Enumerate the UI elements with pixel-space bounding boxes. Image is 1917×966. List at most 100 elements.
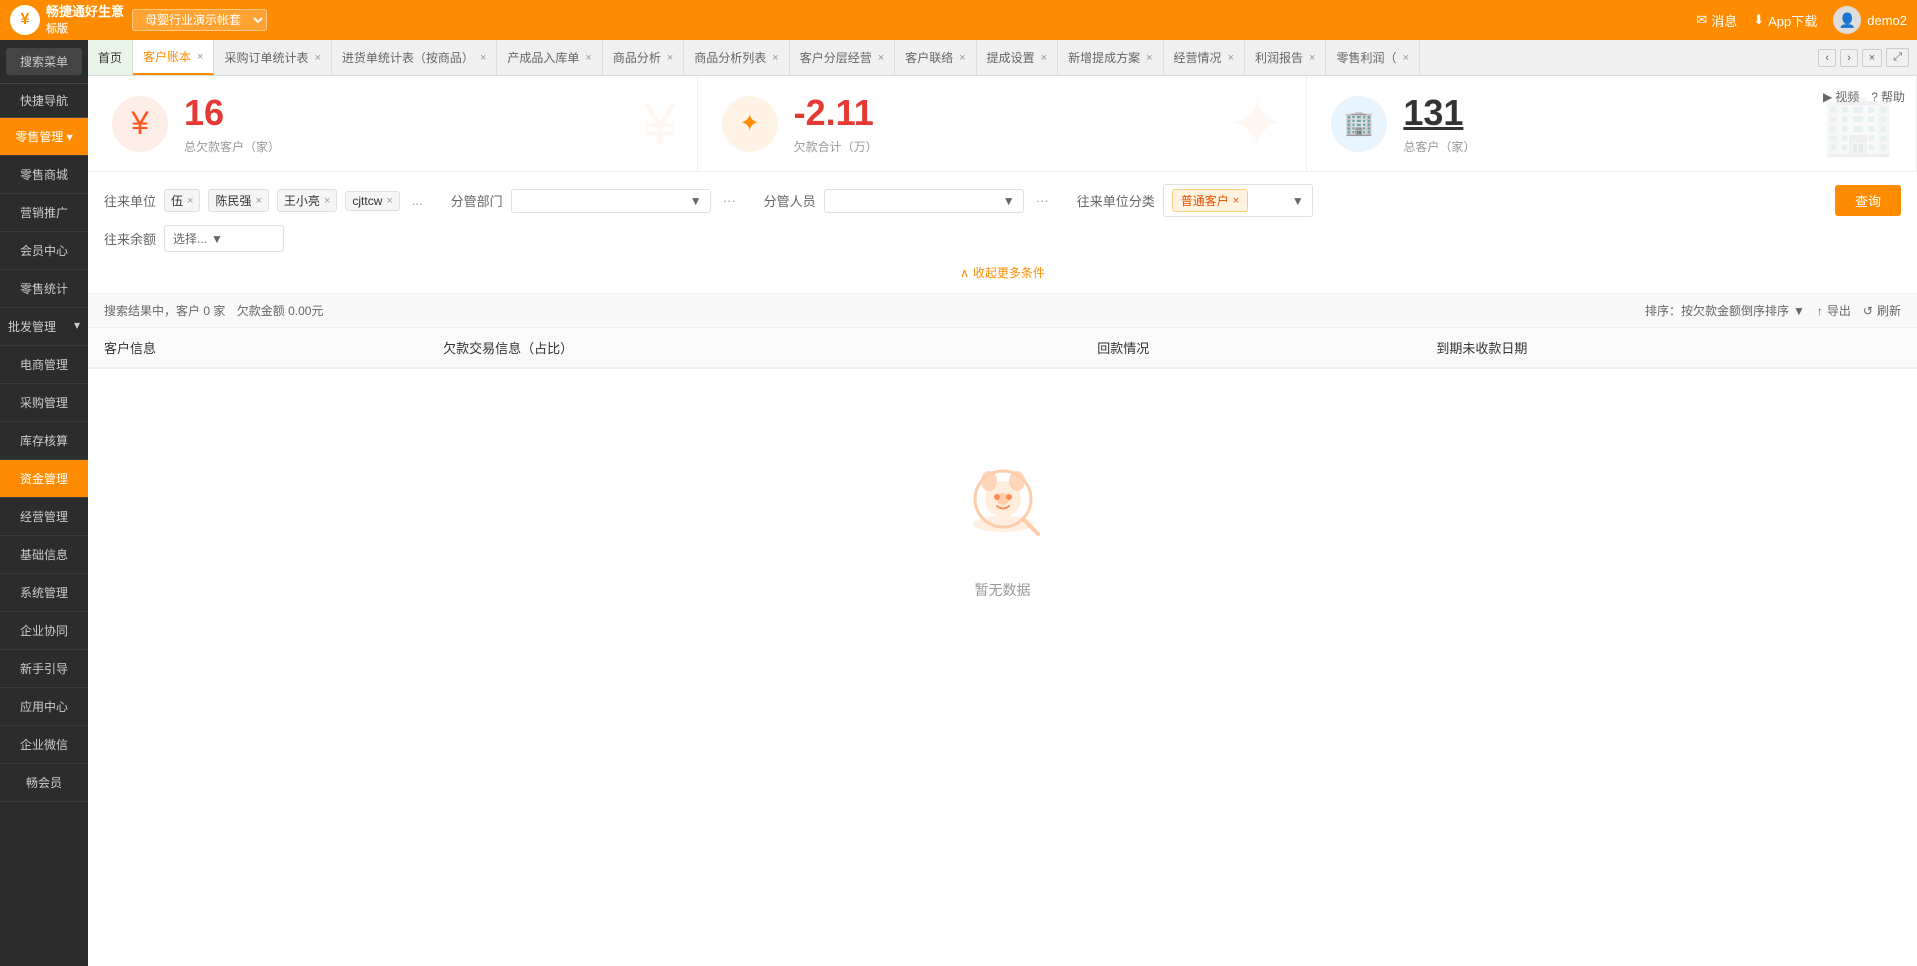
tab-customer-account[interactable]: 客户账本 × bbox=[133, 40, 214, 75]
remove-category-tag[interactable]: × bbox=[1233, 195, 1239, 207]
sidebar-item-operation[interactable]: 经营管理 bbox=[0, 498, 88, 536]
amount-input-arrow: ▼ bbox=[211, 232, 223, 246]
sidebar-item-retail-stats[interactable]: 零售统计 bbox=[0, 270, 88, 308]
remove-tag-cjttcw[interactable]: × bbox=[386, 195, 392, 207]
category-select-arrow: ▼ bbox=[1292, 194, 1304, 208]
tab-home[interactable]: 首页 bbox=[88, 40, 133, 75]
help-btn[interactable]: ? 帮助 bbox=[1871, 88, 1905, 105]
person-more-btn[interactable]: ··· bbox=[1032, 193, 1053, 208]
tab-profit-report-close[interactable]: × bbox=[1309, 52, 1315, 64]
tab-prev-btn[interactable]: ‹ bbox=[1818, 49, 1836, 67]
tab-retail-profit-close[interactable]: × bbox=[1402, 52, 1408, 64]
dept-select-arrow: ▼ bbox=[690, 194, 702, 208]
sidebar-item-app-center[interactable]: 应用中心 bbox=[0, 688, 88, 726]
tab-next-btn[interactable]: › bbox=[1840, 49, 1858, 67]
quick-nav-btn[interactable]: 快捷导航 bbox=[0, 84, 88, 118]
stat-value-block-3: 131 总客户（家） bbox=[1403, 92, 1475, 155]
sidebar-item-enterprise[interactable]: 企业协同 bbox=[0, 612, 88, 650]
sidebar-item-basic-info[interactable]: 基础信息 bbox=[0, 536, 88, 574]
tab-product-analysis-list[interactable]: 商品分析列表 × bbox=[684, 40, 789, 75]
tab-retail-profit[interactable]: 零售利润（ × bbox=[1326, 40, 1419, 75]
collapse-icon: ∧ bbox=[960, 266, 969, 280]
tab-close-all-btn[interactable]: × bbox=[1862, 49, 1882, 67]
top-bar-right: ✉ 消息 ⬇ App下载 👤 demo2 bbox=[1696, 6, 1907, 34]
sidebar: 搜索菜单 快捷导航 零售管理 ▾ 零售商城 营销推广 会员中心 零售统计 批发管… bbox=[0, 40, 88, 966]
account-selector[interactable]: 母婴行业演示帐套 bbox=[132, 9, 267, 31]
tab-add-promotion[interactable]: 新增提成方案 × bbox=[1058, 40, 1163, 75]
sidebar-search: 搜索菜单 bbox=[0, 40, 88, 84]
message-btn[interactable]: ✉ 消息 bbox=[1696, 11, 1737, 30]
filter-tag-cjttcw: cjttcw × bbox=[345, 191, 399, 211]
tab-customer-account-close[interactable]: × bbox=[197, 51, 203, 63]
stat-overdue-customers-value: 16 bbox=[184, 92, 280, 134]
stat-overdue-customers-label: 总欠款客户（家） bbox=[184, 138, 280, 155]
data-table: 客户信息 欠款交易信息（占比） 回款情况 到期未收款日期 bbox=[88, 328, 1917, 369]
tab-inventory-label: 进货单统计表（按商品） bbox=[342, 49, 474, 66]
download-btn[interactable]: ⬇ App下载 bbox=[1753, 11, 1817, 30]
tab-business-status-label: 经营情况 bbox=[1174, 49, 1222, 66]
sidebar-item-member[interactable]: 会员中心 bbox=[0, 232, 88, 270]
unit-label: 往来单位 bbox=[104, 191, 156, 210]
tab-expand-btn[interactable]: ⤢ bbox=[1886, 48, 1909, 67]
tab-product-entry[interactable]: 产成品入库单 × bbox=[497, 40, 602, 75]
remove-tag-chen[interactable]: × bbox=[255, 195, 261, 207]
tab-inventory-stats[interactable]: 进货单统计表（按商品） × bbox=[332, 40, 497, 75]
video-help-btn[interactable]: ▶ 视频 bbox=[1823, 88, 1859, 105]
sidebar-item-retail-mall[interactable]: 零售商城 bbox=[0, 156, 88, 194]
person-label: 分管人员 bbox=[764, 191, 816, 210]
dept-more-btn[interactable]: ··· bbox=[719, 193, 740, 208]
tab-purchase-order[interactable]: 采购订单统计表 × bbox=[214, 40, 331, 75]
sidebar-item-vip[interactable]: 畅会员 bbox=[0, 764, 88, 802]
sidebar-item-retail-mgmt[interactable]: 零售管理 ▾ bbox=[0, 118, 88, 156]
sort-select[interactable]: 排序：按欠款金额倒序排序 ▼ bbox=[1645, 302, 1805, 319]
sidebar-item-finance[interactable]: 资金管理 bbox=[0, 460, 88, 498]
category-tag: 普通客户 × bbox=[1172, 189, 1248, 212]
tab-add-promotion-close[interactable]: × bbox=[1146, 52, 1152, 64]
app-logo: ¥ 畅捷通好生意 标版 bbox=[10, 4, 124, 36]
tab-business-status[interactable]: 经营情况 × bbox=[1164, 40, 1245, 75]
sidebar-item-ecommerce[interactable]: 电商管理 bbox=[0, 346, 88, 384]
sidebar-item-marketing[interactable]: 营销推广 bbox=[0, 194, 88, 232]
tab-product-analysis[interactable]: 商品分析 × bbox=[603, 40, 684, 75]
tab-customer-segment[interactable]: 客户分层经营 × bbox=[790, 40, 895, 75]
amount-input[interactable]: 选择... ▼ bbox=[164, 225, 284, 252]
tab-purchase-order-close[interactable]: × bbox=[314, 52, 320, 64]
tab-business-status-close[interactable]: × bbox=[1228, 52, 1234, 64]
tab-product-entry-close[interactable]: × bbox=[585, 52, 591, 64]
search-menu-btn[interactable]: 搜索菜单 bbox=[6, 48, 82, 75]
tab-customer-segment-close[interactable]: × bbox=[878, 52, 884, 64]
tab-product-analysis-list-close[interactable]: × bbox=[772, 52, 778, 64]
stat-bg-icon-1: ¥ bbox=[643, 89, 676, 158]
tab-profit-report[interactable]: 利润报告 × bbox=[1245, 40, 1326, 75]
user-profile[interactable]: 👤 demo2 bbox=[1833, 6, 1907, 34]
remove-tag-wang[interactable]: × bbox=[324, 195, 330, 207]
tab-product-analysis-close[interactable]: × bbox=[667, 52, 673, 64]
tab-customer-contact[interactable]: 客户联络 × bbox=[895, 40, 976, 75]
more-tags-btn[interactable]: ... bbox=[408, 193, 427, 208]
tab-promotion-settings-label: 提成设置 bbox=[987, 49, 1035, 66]
dept-select[interactable]: ▼ bbox=[511, 189, 711, 213]
collapse-btn[interactable]: ∧ 收起更多条件 bbox=[960, 264, 1045, 281]
avatar: 👤 bbox=[1833, 6, 1861, 34]
export-btn[interactable]: ↑ 导出 bbox=[1817, 302, 1851, 319]
export-icon: ↑ bbox=[1817, 304, 1823, 318]
remove-tag-wu[interactable]: × bbox=[187, 195, 193, 207]
sidebar-item-wholesale[interactable]: 批发管理▾ bbox=[0, 308, 88, 346]
video-icon: ▶ bbox=[1823, 90, 1832, 104]
tab-inventory-close[interactable]: × bbox=[480, 52, 486, 64]
logo-text: 畅捷通好生意 标版 bbox=[46, 4, 124, 36]
sidebar-item-system[interactable]: 系统管理 bbox=[0, 574, 88, 612]
page-help: ▶ 视频 ? 帮助 bbox=[1823, 88, 1905, 105]
sidebar-item-inventory[interactable]: 库存核算 bbox=[0, 422, 88, 460]
sidebar-item-wechat[interactable]: 企业微信 bbox=[0, 726, 88, 764]
query-btn[interactable]: 查询 bbox=[1835, 185, 1901, 216]
tab-customer-contact-close[interactable]: × bbox=[959, 52, 965, 64]
tab-product-analysis-list-label: 商品分析列表 bbox=[694, 49, 766, 66]
tab-promotion-settings-close[interactable]: × bbox=[1041, 52, 1047, 64]
person-select[interactable]: ▼ bbox=[824, 189, 1024, 213]
tab-promotion-settings[interactable]: 提成设置 × bbox=[977, 40, 1058, 75]
refresh-btn[interactable]: ↺ 刷新 bbox=[1863, 302, 1901, 319]
sidebar-item-purchase[interactable]: 采购管理 bbox=[0, 384, 88, 422]
sidebar-item-newbie[interactable]: 新手引导 bbox=[0, 650, 88, 688]
category-select[interactable]: 普通客户 × ▼ bbox=[1163, 184, 1313, 217]
